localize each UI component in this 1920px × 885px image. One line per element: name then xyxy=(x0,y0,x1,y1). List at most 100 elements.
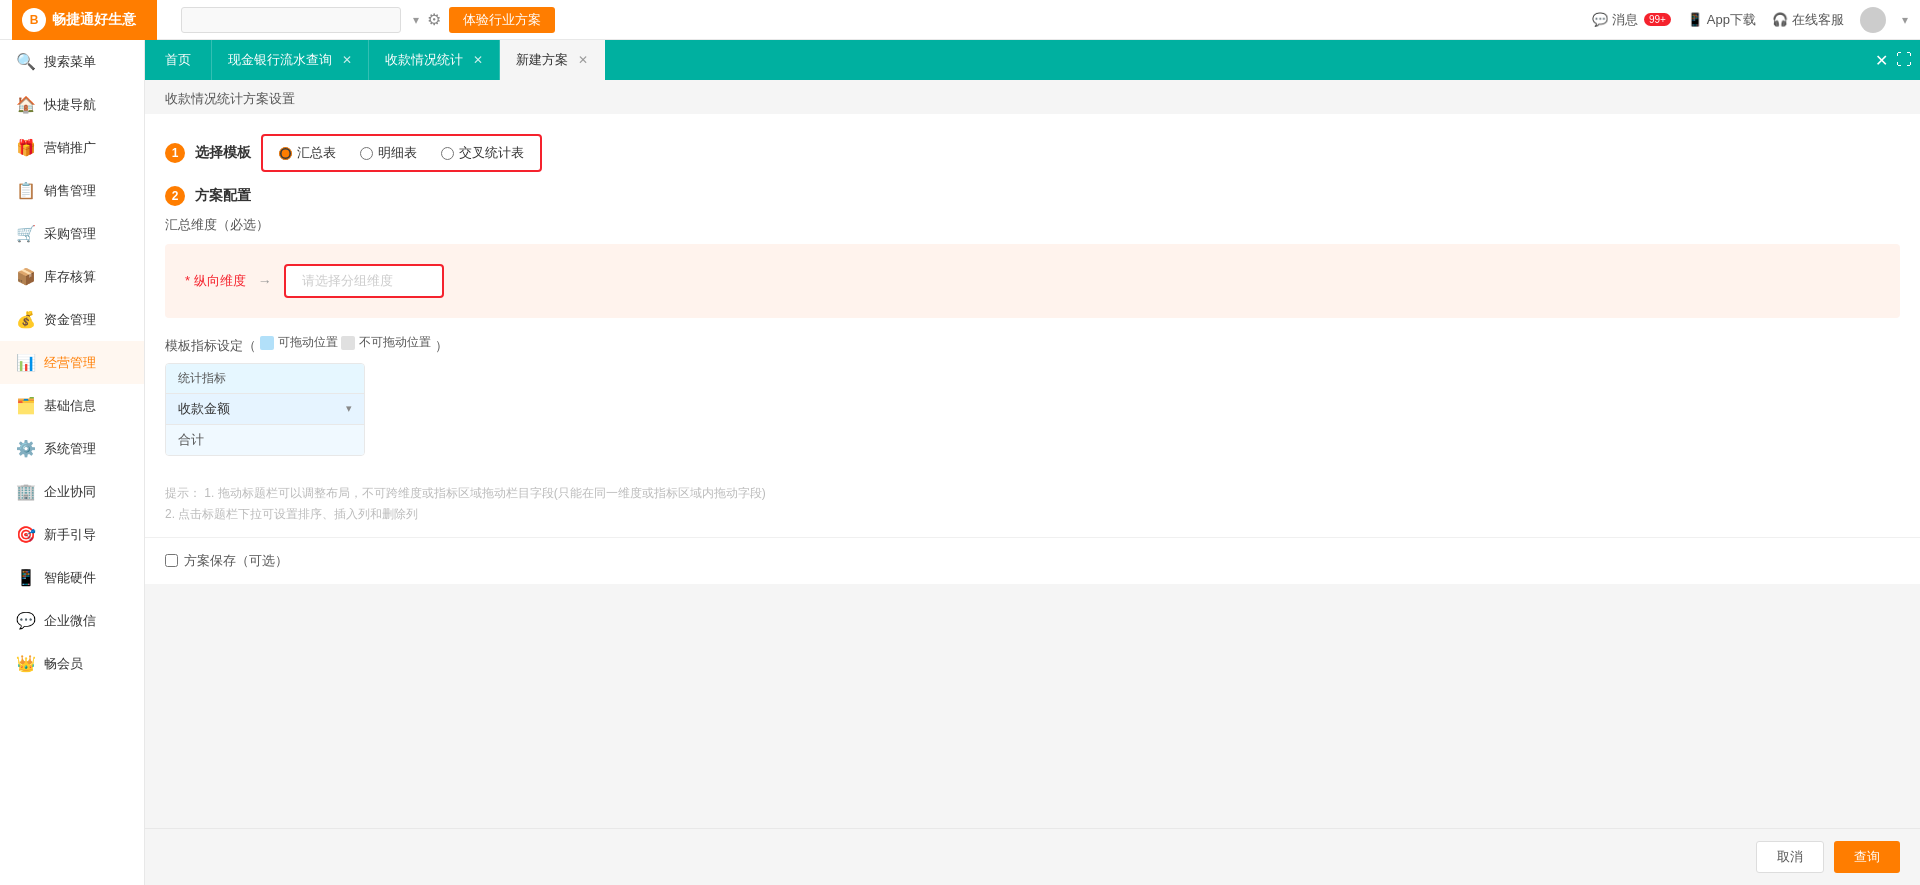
sidebar-item-sales[interactable]: 📋 销售管理 xyxy=(0,169,144,212)
step1-number: 1 xyxy=(165,143,185,163)
option-summary[interactable]: 汇总表 xyxy=(279,144,336,162)
breadcrumb: 收款情况统计方案设置 xyxy=(165,91,295,106)
tab-collection-stats-close[interactable]: ✕ xyxy=(473,53,483,67)
sidebar-item-wechat[interactable]: 💬 企业微信 xyxy=(0,599,144,642)
tab-bar: 首页 现金银行流水查询 ✕ 收款情况统计 ✕ 新建方案 ✕ ✕ ⛶ xyxy=(145,40,1920,80)
avatar xyxy=(1860,7,1886,33)
message-badge: 99+ xyxy=(1644,13,1671,26)
metrics-section-title: 模板指标设定（ xyxy=(165,338,256,353)
sidebar-item-newbie[interactable]: 🎯 新手引导 xyxy=(0,513,144,556)
marketing-icon: 🎁 xyxy=(16,138,36,157)
sidebar-item-member[interactable]: 👑 畅会员 xyxy=(0,642,144,685)
hardware-icon: 📱 xyxy=(16,568,36,587)
page-content: 收款情况统计方案设置 1 选择模板 汇总表 明细表 xyxy=(145,80,1920,828)
search-icon: 🔍 xyxy=(16,52,36,71)
sidebar-label-system: 系统管理 xyxy=(44,440,96,458)
config-section: 汇总维度（必选） * 纵向维度 → 请选择分组维度 模板指标设定（ xyxy=(165,216,1900,537)
trial-button[interactable]: 体验行业方案 xyxy=(449,7,555,33)
purchase-icon: 🛒 xyxy=(16,224,36,243)
step1-title: 选择模板 xyxy=(195,144,251,162)
sidebar-label-operation: 经营管理 xyxy=(44,354,96,372)
sidebar: 🔍 搜索菜单 🏠 快捷导航 🎁 营销推广 📋 销售管理 🛒 采购管理 📦 库存核… xyxy=(0,40,145,885)
metrics-header-label: 统计指标 xyxy=(178,371,226,385)
tab-new-plan-label: 新建方案 xyxy=(516,51,568,69)
option-detail[interactable]: 明细表 xyxy=(360,144,417,162)
non-draggable-label: 不可拖动位置 xyxy=(359,334,431,351)
dimension-area: * 纵向维度 → 请选择分组维度 xyxy=(165,244,1900,318)
tab-collection-stats[interactable]: 收款情况统计 ✕ xyxy=(369,40,500,80)
metrics-amount-label: 收款金额 xyxy=(178,400,230,418)
top-right: 💬 消息 99+ 📱 App下载 🎧 在线客服 ▾ xyxy=(1592,7,1908,33)
sidebar-item-basic[interactable]: 🗂️ 基础信息 xyxy=(0,384,144,427)
sidebar-label-enterprise: 企业协同 xyxy=(44,483,96,501)
dimension-select[interactable]: 请选择分组维度 xyxy=(284,264,444,298)
gear-icon[interactable]: ⚙ xyxy=(427,10,441,29)
content-area: 首页 现金银行流水查询 ✕ 收款情况统计 ✕ 新建方案 ✕ ✕ ⛶ 收 xyxy=(145,40,1920,885)
tab-home[interactable]: 首页 xyxy=(145,40,212,80)
sidebar-label-purchase: 采购管理 xyxy=(44,225,96,243)
radio-detail[interactable] xyxy=(360,147,373,160)
top-search-input[interactable] xyxy=(181,7,401,33)
logo-text: 畅捷通好生意 xyxy=(52,11,136,29)
sidebar-item-purchase[interactable]: 🛒 采购管理 xyxy=(0,212,144,255)
sidebar-item-marketing[interactable]: 🎁 营销推广 xyxy=(0,126,144,169)
sales-icon: 📋 xyxy=(16,181,36,200)
sidebar-item-quick-nav[interactable]: 🏠 快捷导航 xyxy=(0,83,144,126)
tab-bank-flow-close[interactable]: ✕ xyxy=(342,53,352,67)
vertical-dimension-label: * 纵向维度 xyxy=(185,272,246,290)
cancel-button[interactable]: 取消 xyxy=(1756,841,1824,873)
tab-home-label: 首页 xyxy=(165,51,191,69)
service-icon: 🎧 xyxy=(1772,12,1788,27)
sidebar-item-hardware[interactable]: 📱 智能硬件 xyxy=(0,556,144,599)
sidebar-item-enterprise[interactable]: 🏢 企业协同 xyxy=(0,470,144,513)
message-item[interactable]: 💬 消息 99+ xyxy=(1592,11,1671,29)
radio-summary[interactable] xyxy=(279,147,292,160)
sidebar-label-search-menu: 搜索菜单 xyxy=(44,53,96,71)
step1-label: 1 选择模板 汇总表 明细表 交叉统计表 xyxy=(165,134,1900,172)
option-summary-label: 汇总表 xyxy=(297,144,336,162)
tips-section: 提示： 1. 拖动标题栏可以调整布局，不可跨维度或指标区域拖动栏目字段(只能在同… xyxy=(165,475,1900,537)
tab-new-plan[interactable]: 新建方案 ✕ xyxy=(500,40,605,80)
option-cross[interactable]: 交叉统计表 xyxy=(441,144,524,162)
sidebar-item-operation[interactable]: 📊 经营管理 xyxy=(0,341,144,384)
tab-new-plan-close[interactable]: ✕ xyxy=(578,53,588,67)
tab-expand-button[interactable]: ⛶ xyxy=(1896,51,1912,69)
logo-icon: B xyxy=(22,8,46,32)
dimension-placeholder: 请选择分组维度 xyxy=(302,273,393,288)
sidebar-label-basic: 基础信息 xyxy=(44,397,96,415)
download-icon: 📱 xyxy=(1687,12,1703,27)
save-checkbox[interactable] xyxy=(165,554,178,567)
tab-collection-stats-label: 收款情况统计 xyxy=(385,51,463,69)
radio-cross[interactable] xyxy=(441,147,454,160)
sidebar-label-inventory: 库存核算 xyxy=(44,268,96,286)
metrics-header: 统计指标 xyxy=(166,364,364,394)
page-header: 收款情况统计方案设置 xyxy=(145,80,1920,114)
service-item[interactable]: 🎧 在线客服 xyxy=(1772,11,1844,29)
step2-label: 2 方案配置 xyxy=(165,186,1900,206)
save-option-area: 方案保存（可选） xyxy=(145,537,1920,584)
basic-icon: 🗂️ xyxy=(16,396,36,415)
sidebar-label-finance: 资金管理 xyxy=(44,311,96,329)
tip1: 提示： 1. 拖动标题栏可以调整布局，不可跨维度或指标区域拖动栏目字段(只能在同… xyxy=(165,485,1900,502)
dimension-section-title: 汇总维度（必选） xyxy=(165,216,1900,234)
download-item[interactable]: 📱 App下载 xyxy=(1687,11,1756,29)
metrics-item-amount[interactable]: 收款金额 ▾ xyxy=(166,394,364,424)
sidebar-label-member: 畅会员 xyxy=(44,655,83,673)
newbie-icon: 🎯 xyxy=(16,525,36,544)
sidebar-label-sales: 销售管理 xyxy=(44,182,96,200)
sidebar-item-system[interactable]: ⚙️ 系统管理 xyxy=(0,427,144,470)
finance-icon: 💰 xyxy=(16,310,36,329)
message-icon: 💬 xyxy=(1592,12,1608,27)
sidebar-item-finance[interactable]: 💰 资金管理 xyxy=(0,298,144,341)
query-button[interactable]: 查询 xyxy=(1834,841,1900,873)
tab-bank-flow[interactable]: 现金银行流水查询 ✕ xyxy=(212,40,369,80)
tab-close-button[interactable]: ✕ xyxy=(1875,51,1888,70)
draggable-legend-dot xyxy=(260,336,274,350)
sidebar-item-inventory[interactable]: 📦 库存核算 xyxy=(0,255,144,298)
non-draggable-legend-dot xyxy=(341,336,355,350)
inventory-icon: 📦 xyxy=(16,267,36,286)
save-option-label[interactable]: 方案保存（可选） xyxy=(165,552,1900,570)
metrics-legend-area: 模板指标设定（ 可拖动位置 不可拖动位置 ） xyxy=(165,334,1900,355)
sidebar-item-search-menu[interactable]: 🔍 搜索菜单 xyxy=(0,40,144,83)
main-card: 1 选择模板 汇总表 明细表 交叉统计表 xyxy=(145,114,1920,537)
